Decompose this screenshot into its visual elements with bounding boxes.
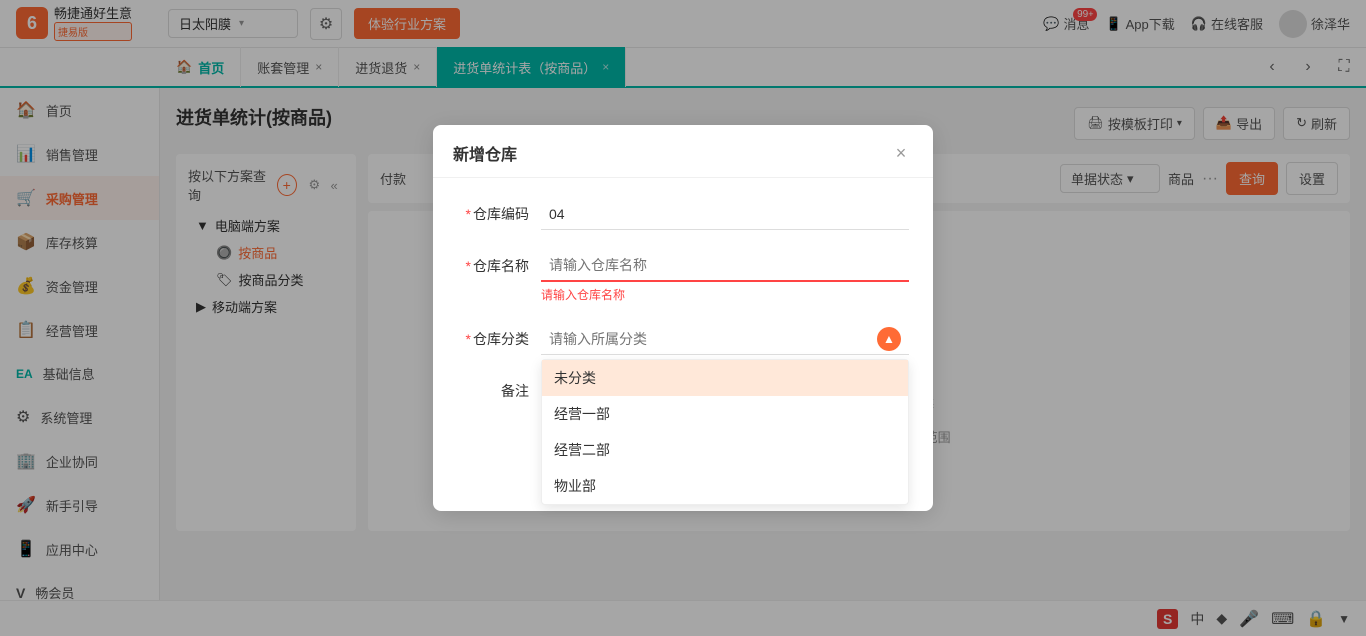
form-row-name: *仓库名称 请输入仓库名称: [457, 250, 909, 303]
dialog-title: 新增仓库: [453, 141, 517, 165]
dropdown-item-3[interactable]: 物业部: [542, 468, 908, 504]
name-label: *仓库名称: [457, 250, 529, 282]
category-label: *仓库分类: [457, 323, 529, 355]
note-label: 备注: [457, 375, 529, 407]
category-input[interactable]: [541, 323, 909, 355]
category-control: ▲ 未分类 经营一部 经营二部 物业部: [541, 323, 909, 355]
new-warehouse-dialog: 新增仓库 × *仓库编码 *仓库名称 请输入仓库名称: [433, 125, 933, 511]
dropdown-item-0[interactable]: 未分类: [542, 360, 908, 396]
category-dropdown-toggle[interactable]: ▲: [877, 327, 901, 351]
name-input[interactable]: [541, 250, 909, 282]
dialog-close-button[interactable]: ×: [889, 141, 913, 165]
dialog-overlay: 新增仓库 × *仓库编码 *仓库名称 请输入仓库名称: [0, 0, 1366, 636]
code-control: [541, 198, 909, 230]
dropdown-item-1[interactable]: 经营一部: [542, 396, 908, 432]
code-label: *仓库编码: [457, 198, 529, 230]
dialog-header: 新增仓库 ×: [433, 125, 933, 178]
category-dropdown-list: 未分类 经营一部 经营二部 物业部: [541, 359, 909, 505]
dropdown-item-2[interactable]: 经营二部: [542, 432, 908, 468]
name-control: 请输入仓库名称: [541, 250, 909, 303]
code-input[interactable]: [541, 198, 909, 230]
category-select-wrap: ▲: [541, 323, 909, 355]
form-row-category: *仓库分类 ▲ 未分类 经营一部 经营二部 物业部: [457, 323, 909, 355]
dialog-body: *仓库编码 *仓库名称 请输入仓库名称 *仓库分类: [433, 178, 933, 421]
name-error: 请输入仓库名称: [541, 286, 909, 303]
form-row-code: *仓库编码: [457, 198, 909, 230]
